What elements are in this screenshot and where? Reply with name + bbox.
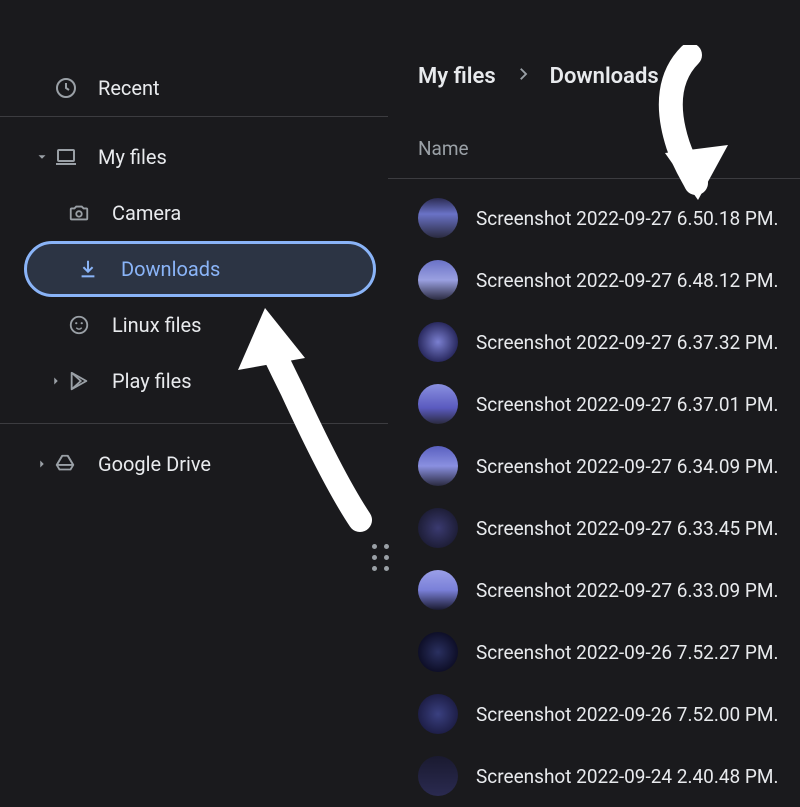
- drive-icon: [54, 453, 98, 475]
- file-name: Screenshot 2022-09-27 6.50.18 PM.: [476, 207, 779, 230]
- breadcrumb: My files Downloads: [388, 64, 800, 137]
- sidebar-item-recent[interactable]: Recent: [0, 60, 388, 116]
- file-thumbnail: [418, 260, 458, 300]
- laptop-icon: [54, 145, 98, 169]
- sidebar-item-play[interactable]: Play files: [0, 353, 388, 409]
- play-store-icon: [68, 370, 112, 392]
- file-name: Screenshot 2022-09-27 6.48.12 PM.: [476, 269, 779, 292]
- file-thumbnail: [418, 384, 458, 424]
- file-name: Screenshot 2022-09-24 2.40.48 PM.: [476, 765, 779, 788]
- file-thumbnail: [418, 508, 458, 548]
- linux-icon: [68, 314, 112, 336]
- file-list: Screenshot 2022-09-27 6.50.18 PM. Screens…: [388, 187, 800, 807]
- sidebar-label: Downloads: [121, 257, 373, 281]
- chevron-right-icon: [514, 64, 532, 89]
- file-thumbnail: [418, 198, 458, 238]
- file-thumbnail: [418, 694, 458, 734]
- sidebar-item-camera[interactable]: Camera: [0, 185, 388, 241]
- file-name: Screenshot 2022-09-27 6.34.09 PM.: [476, 455, 779, 478]
- breadcrumb-current: Downloads: [550, 64, 659, 89]
- file-name: Screenshot 2022-09-27 6.37.32 PM.: [476, 331, 779, 354]
- file-thumbnail: [418, 632, 458, 672]
- file-row[interactable]: Screenshot 2022-09-24 2.40.48 PM.: [388, 745, 800, 807]
- file-thumbnail: [418, 570, 458, 610]
- file-name: Screenshot 2022-09-27 6.33.45 PM.: [476, 517, 779, 540]
- chevron-down-icon[interactable]: [30, 150, 54, 164]
- file-row[interactable]: Screenshot 2022-09-27 6.37.32 PM.: [388, 311, 800, 373]
- file-thumbnail: [418, 446, 458, 486]
- file-row[interactable]: Screenshot 2022-09-26 7.52.27 PM.: [388, 621, 800, 683]
- sidebar-item-myfiles[interactable]: My files: [0, 129, 388, 185]
- pane-resize-handle[interactable]: [372, 544, 390, 571]
- sidebar: Recent My files Camera Downlo: [0, 0, 388, 800]
- file-name: Screenshot 2022-09-27 6.37.01 PM.: [476, 393, 779, 416]
- sidebar-label: Recent: [98, 76, 388, 100]
- file-name: Screenshot 2022-09-27 6.33.09 PM.: [476, 579, 779, 602]
- sidebar-item-drive[interactable]: Google Drive: [0, 436, 388, 492]
- main-pane: My files Downloads Name Screenshot 2022-…: [388, 0, 800, 800]
- sidebar-item-linux[interactable]: Linux files: [0, 297, 388, 353]
- column-header-name[interactable]: Name: [388, 137, 800, 179]
- sidebar-label: Google Drive: [98, 452, 388, 476]
- sidebar-label: My files: [98, 145, 388, 169]
- download-icon: [77, 258, 121, 280]
- sidebar-label: Linux files: [112, 313, 388, 337]
- file-row[interactable]: Screenshot 2022-09-27 6.33.45 PM.: [388, 497, 800, 559]
- file-row[interactable]: Screenshot 2022-09-27 6.37.01 PM.: [388, 373, 800, 435]
- breadcrumb-root[interactable]: My files: [418, 64, 496, 89]
- file-thumbnail: [418, 322, 458, 362]
- clock-icon: [54, 76, 98, 100]
- file-row[interactable]: Screenshot 2022-09-27 6.48.12 PM.: [388, 249, 800, 311]
- camera-icon: [68, 202, 112, 224]
- chevron-right-icon[interactable]: [44, 374, 68, 388]
- chevron-right-icon[interactable]: [30, 457, 54, 471]
- sidebar-label: Play files: [112, 369, 388, 393]
- file-thumbnail: [418, 756, 458, 796]
- sidebar-label: Camera: [112, 201, 388, 225]
- file-row[interactable]: Screenshot 2022-09-27 6.34.09 PM.: [388, 435, 800, 497]
- file-row[interactable]: Screenshot 2022-09-26 7.52.00 PM.: [388, 683, 800, 745]
- sidebar-item-downloads[interactable]: Downloads: [0, 241, 388, 297]
- file-row[interactable]: Screenshot 2022-09-27 6.50.18 PM.: [388, 187, 800, 249]
- file-name: Screenshot 2022-09-26 7.52.27 PM.: [476, 641, 779, 664]
- file-name: Screenshot 2022-09-26 7.52.00 PM.: [476, 703, 779, 726]
- file-row[interactable]: Screenshot 2022-09-27 6.33.09 PM.: [388, 559, 800, 621]
